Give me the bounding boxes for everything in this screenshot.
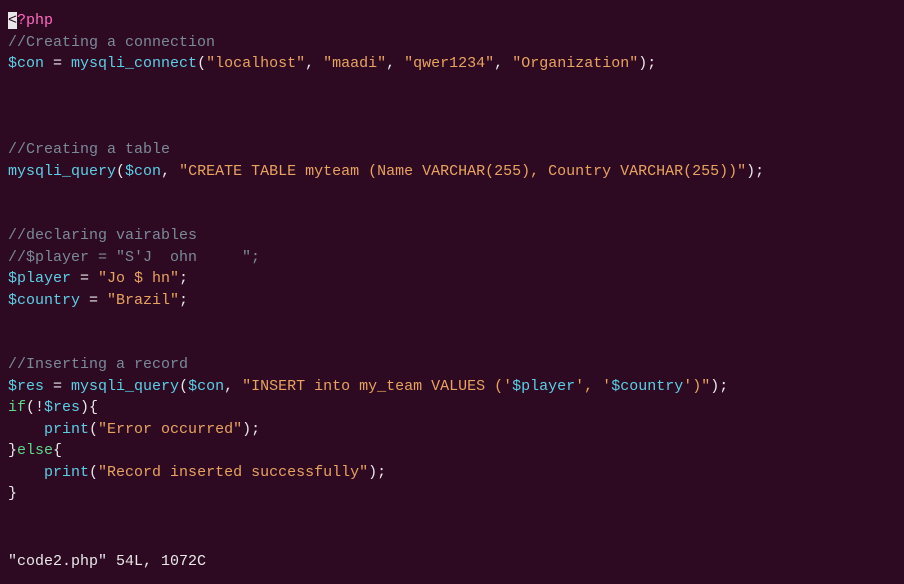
string-literal: ', ' bbox=[575, 378, 611, 395]
brace: { bbox=[53, 442, 62, 459]
keyword-else: else bbox=[17, 442, 53, 459]
variable-in-string: $player bbox=[512, 378, 575, 395]
variable: $res bbox=[8, 378, 44, 395]
function-name: mysqli_query bbox=[8, 163, 116, 180]
function-name: print bbox=[44, 464, 89, 481]
comment-line: //Creating a table bbox=[8, 141, 170, 158]
paren: ( bbox=[89, 464, 98, 481]
comment-line: //Creating a connection bbox=[8, 34, 215, 51]
paren: ( bbox=[89, 421, 98, 438]
string-literal: ')" bbox=[683, 378, 710, 395]
comma: , bbox=[224, 378, 242, 395]
comma: , bbox=[494, 55, 512, 72]
variable-in-string: $country bbox=[611, 378, 683, 395]
paren: ( bbox=[116, 163, 125, 180]
vim-status-line: "code2.php" 54L, 1072C bbox=[8, 551, 206, 573]
comma: , bbox=[305, 55, 323, 72]
code-text: = bbox=[80, 292, 107, 309]
keyword-if: if bbox=[8, 399, 26, 416]
indent bbox=[8, 421, 44, 438]
semicolon: ; bbox=[179, 292, 188, 309]
code-text: = bbox=[71, 270, 98, 287]
paren: ( bbox=[179, 378, 188, 395]
comment-line: //$player = "S'J ohn "; bbox=[8, 249, 260, 266]
semicolon: ; bbox=[179, 270, 188, 287]
string-literal: "Record inserted successfully" bbox=[98, 464, 368, 481]
indent bbox=[8, 464, 44, 481]
variable: $con bbox=[8, 55, 44, 72]
variable: $con bbox=[188, 378, 224, 395]
string-literal: "localhost" bbox=[206, 55, 305, 72]
string-literal: "Brazil" bbox=[107, 292, 179, 309]
code-text: = bbox=[44, 55, 71, 72]
function-name: print bbox=[44, 421, 89, 438]
string-literal: "Organization" bbox=[512, 55, 638, 72]
string-literal: "Error occurred" bbox=[98, 421, 242, 438]
string-literal: "Jo $ hn" bbox=[98, 270, 179, 287]
variable: $res bbox=[44, 399, 80, 416]
string-literal: "qwer1234" bbox=[404, 55, 494, 72]
comma: , bbox=[386, 55, 404, 72]
code-text: = bbox=[44, 378, 71, 395]
php-open-tag: ?php bbox=[17, 12, 53, 29]
paren: ( bbox=[197, 55, 206, 72]
string-literal: "INSERT into my_team VALUES (' bbox=[242, 378, 512, 395]
paren-semicolon: ); bbox=[638, 55, 656, 72]
comment-line: //declaring vairables bbox=[8, 227, 197, 244]
paren-semicolon: ); bbox=[242, 421, 260, 438]
brace: ){ bbox=[80, 399, 98, 416]
comma: , bbox=[161, 163, 179, 180]
variable: $player bbox=[8, 270, 71, 287]
comment-line: //Inserting a record bbox=[8, 356, 188, 373]
brace: } bbox=[8, 485, 17, 502]
string-literal: "maadi" bbox=[323, 55, 386, 72]
variable: $con bbox=[125, 163, 161, 180]
paren: (! bbox=[26, 399, 44, 416]
paren-semicolon: ); bbox=[368, 464, 386, 481]
function-name: mysqli_query bbox=[71, 378, 179, 395]
variable: $country bbox=[8, 292, 80, 309]
cursor: < bbox=[8, 12, 17, 29]
brace: } bbox=[8, 442, 17, 459]
paren-semicolon: ); bbox=[746, 163, 764, 180]
paren-semicolon: ); bbox=[710, 378, 728, 395]
code-editor[interactable]: <?php //Creating a connection $con = mys… bbox=[8, 10, 896, 505]
function-name: mysqli_connect bbox=[71, 55, 197, 72]
string-literal: "CREATE TABLE myteam (Name VARCHAR(255),… bbox=[179, 163, 746, 180]
